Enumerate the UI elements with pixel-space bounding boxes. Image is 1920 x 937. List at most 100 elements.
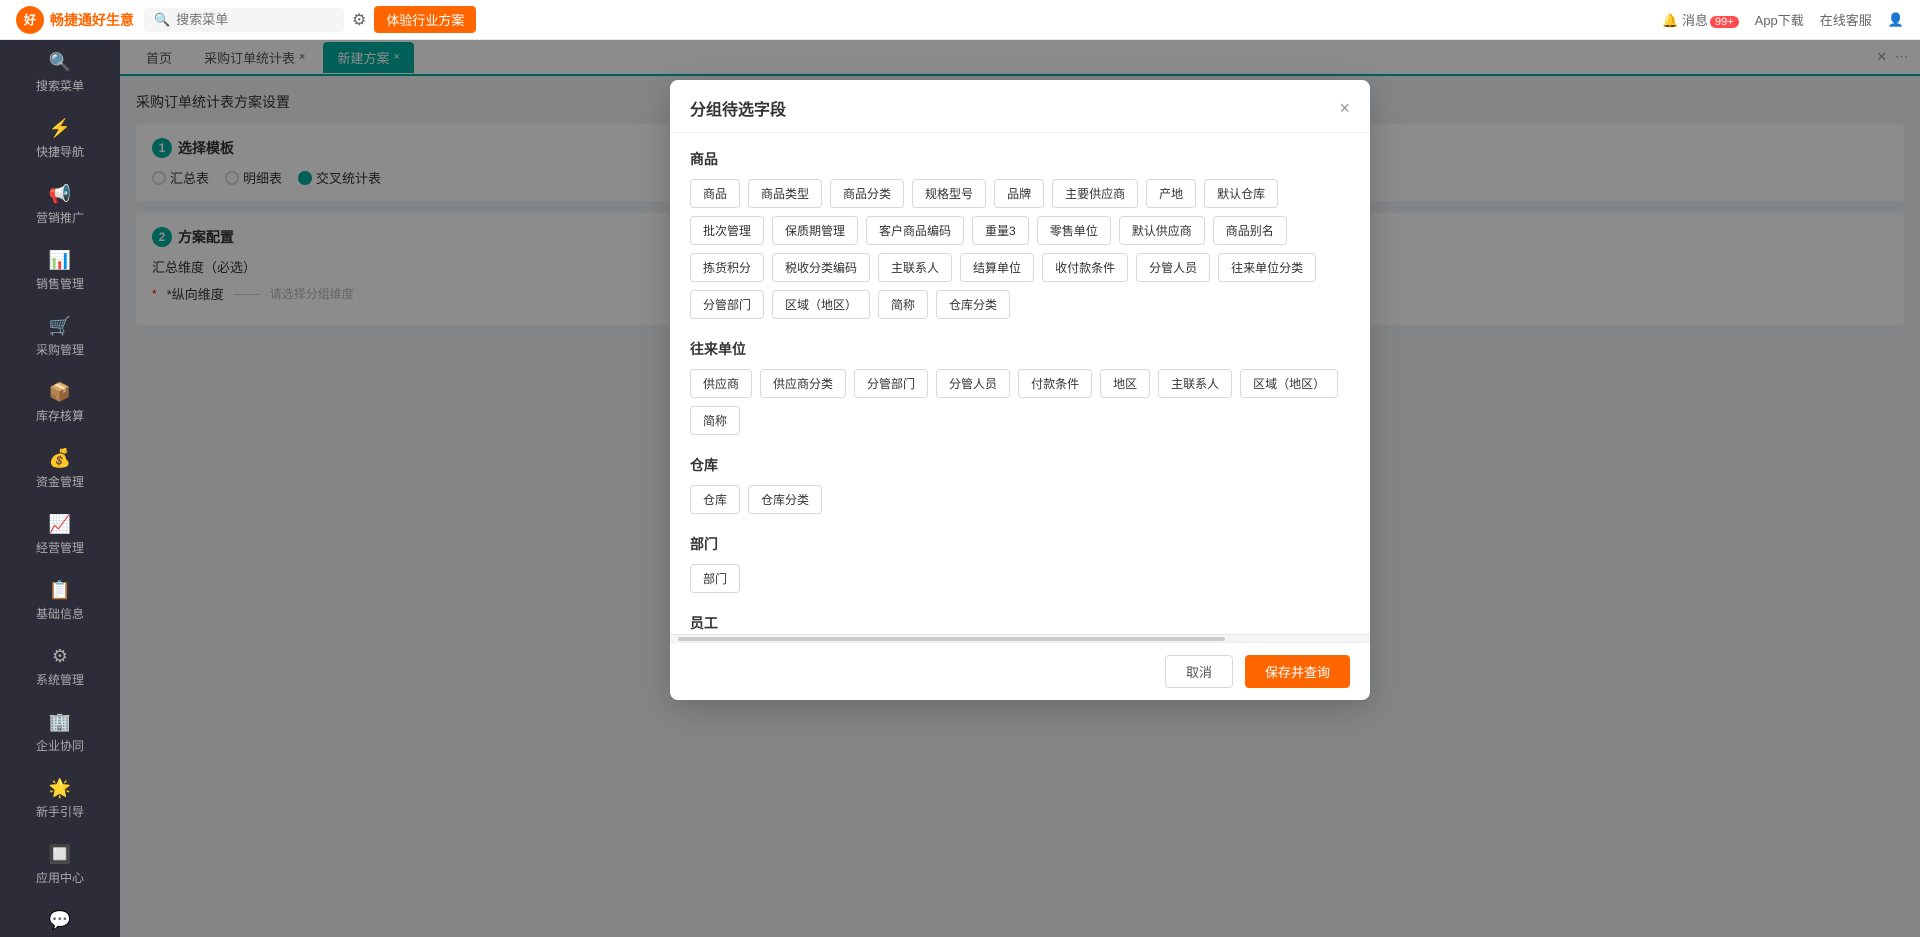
sidebar-item-label: 采购管理 [36,341,84,358]
sidebar-item-operation[interactable]: 📈 经营管理 [0,502,120,568]
tag-brand[interactable]: 品牌 [994,179,1044,208]
sidebar-item-marketing[interactable]: 📢 营销推广 [0,172,120,238]
tag-product-alias[interactable]: 商品别名 [1213,216,1287,245]
tag-product[interactable]: 商品 [690,179,740,208]
sidebar-item-label: 快捷导航 [36,143,84,160]
tag-area[interactable]: 地区 [1100,369,1150,398]
modal-body[interactable]: 商品 商品 商品类型 商品分类 规格型号 品牌 主要供应商 产地 默认仓库 批次… [670,133,1370,634]
notification-badge: 99+ [1710,16,1739,28]
search-input[interactable] [176,12,316,27]
tag-wh-category[interactable]: 仓库分类 [748,485,822,514]
settings-icon[interactable]: ⚙ [352,10,366,30]
sidebar-item-inventory[interactable]: 📦 库存核算 [0,370,120,436]
sidebar: 🔍 搜索菜单 ⚡ 快捷导航 📢 营销推广 📊 销售管理 🛒 采购管理 📦 库存核… [0,40,120,937]
section-counterparty-title: 往来单位 [690,339,1350,359]
tag-default-warehouse[interactable]: 默认仓库 [1204,179,1278,208]
sidebar-item-label: 营销推广 [36,209,84,226]
tag-abbr[interactable]: 简称 [690,406,740,435]
tag-supplier-cat[interactable]: 供应商分类 [760,369,846,398]
logo-text: 畅捷通好生意 [50,10,134,30]
user-avatar[interactable]: 👤 [1888,12,1904,28]
tag-warehouse[interactable]: 仓库 [690,485,740,514]
tag-tax-code[interactable]: 税收分类编码 [772,253,870,282]
section-staff: 员工 业务员 [690,613,1350,634]
tag-main-contact[interactable]: 主联系人 [878,253,952,282]
sidebar-item-app-center[interactable]: 🔲 应用中心 [0,832,120,898]
tag-warehouse-cat[interactable]: 仓库分类 [936,290,1010,319]
tag-region2[interactable]: 区域（地区） [1240,369,1338,398]
tag-manager[interactable]: 分管人员 [1136,253,1210,282]
confirm-button[interactable]: 保存并查询 [1245,655,1350,688]
tag-origin[interactable]: 产地 [1146,179,1196,208]
cancel-button[interactable]: 取消 [1165,655,1233,688]
purchase-icon: 🛒 [49,316,71,337]
app-center-icon: 🔲 [49,844,71,865]
modal-overlay: 分组待选字段 × 商品 商品 商品类型 商品分类 规格型号 品牌 主要供应商 产… [120,40,1920,937]
tag-region[interactable]: 区域（地区） [772,290,870,319]
sidebar-item-quick-nav[interactable]: ⚡ 快捷导航 [0,106,120,172]
tag-customer-code[interactable]: 客户商品编码 [866,216,964,245]
sidebar-item-wechat[interactable]: 💬 企业微信 [0,898,120,937]
modal-footer: 取消 保存并查询 [670,642,1370,700]
tag-settle-unit[interactable]: 结算单位 [960,253,1034,282]
search-bar[interactable]: 🔍 [144,8,344,32]
sales-icon: 📊 [49,250,71,271]
tag-product-type[interactable]: 商品类型 [748,179,822,208]
tag-payment-cond[interactable]: 付款条件 [1018,369,1092,398]
sidebar-item-sales[interactable]: 📊 销售管理 [0,238,120,304]
sidebar-item-label: 企业协同 [36,737,84,754]
top-bar-right: 🔔 消息99+ App下载 在线客服 👤 [1662,10,1904,29]
modal-hscroll-thumb[interactable] [678,637,1225,641]
inventory-icon: 📦 [49,382,71,403]
notification-area[interactable]: 🔔 消息99+ [1662,10,1738,29]
tag-retail-unit[interactable]: 零售单位 [1037,216,1111,245]
tag-manage-dept[interactable]: 分管部门 [854,369,928,398]
tag-manage-person[interactable]: 分管人员 [936,369,1010,398]
sidebar-item-system[interactable]: ⚙ 系统管理 [0,634,120,700]
tag-payment-terms[interactable]: 收付款条件 [1042,253,1128,282]
tag-product-category[interactable]: 商品分类 [830,179,904,208]
sidebar-item-basic[interactable]: 📋 基础信息 [0,568,120,634]
corp-icon: 🏢 [49,712,71,733]
online-service[interactable]: 在线客服 [1820,10,1872,29]
sidebar-item-search[interactable]: 🔍 搜索菜单 [0,40,120,106]
sidebar-item-label: 搜索菜单 [36,77,84,94]
tag-main-supplier[interactable]: 主要供应商 [1052,179,1138,208]
modal-title: 分组待选字段 [690,96,786,120]
modal-close-btn[interactable]: × [1339,99,1350,117]
section-warehouse-title: 仓库 [690,455,1350,475]
tag-contact[interactable]: 主联系人 [1158,369,1232,398]
sidebar-item-newbie[interactable]: 🌟 新手引导 [0,766,120,832]
marketing-icon: 📢 [49,184,71,205]
wechat-icon: 💬 [49,910,71,931]
basic-icon: 📋 [49,580,71,601]
sidebar-item-label: 库存核算 [36,407,84,424]
modal-header: 分组待选字段 × [670,80,1370,133]
sidebar-item-label: 新手引导 [36,803,84,820]
tag-dept[interactable]: 部门 [690,564,740,593]
field-select-modal: 分组待选字段 × 商品 商品 商品类型 商品分类 规格型号 品牌 主要供应商 产… [670,80,1370,700]
sidebar-item-corp[interactable]: 🏢 企业协同 [0,700,120,766]
tag-supplier[interactable]: 供应商 [690,369,752,398]
sidebar-item-label: 系统管理 [36,671,84,688]
sidebar-item-purchase[interactable]: 🛒 采购管理 [0,304,120,370]
tag-weight3[interactable]: 重量3 [972,216,1029,245]
operation-icon: 📈 [49,514,71,535]
modal-hscroll[interactable] [670,634,1370,642]
tag-spec-type[interactable]: 规格型号 [912,179,986,208]
section-product-title: 商品 [690,149,1350,169]
tag-pick-score[interactable]: 拣货积分 [690,253,764,282]
experience-btn[interactable]: 体验行业方案 [374,6,476,33]
sidebar-item-label: 销售管理 [36,275,84,292]
finance-icon: 💰 [49,448,71,469]
tag-source-unit-cat[interactable]: 往来单位分类 [1218,253,1316,282]
section-warehouse: 仓库 仓库 仓库分类 [690,455,1350,514]
section-counterparty: 往来单位 供应商 供应商分类 分管部门 分管人员 付款条件 地区 主联系人 区域… [690,339,1350,435]
tag-dept-mgmt[interactable]: 分管部门 [690,290,764,319]
tag-expiry-mgmt[interactable]: 保质期管理 [772,216,858,245]
sidebar-item-finance[interactable]: 💰 资金管理 [0,436,120,502]
tag-default-supplier[interactable]: 默认供应商 [1119,216,1205,245]
tag-batch-mgmt[interactable]: 批次管理 [690,216,764,245]
tag-short-name[interactable]: 简称 [878,290,928,319]
app-download[interactable]: App下载 [1755,10,1804,29]
